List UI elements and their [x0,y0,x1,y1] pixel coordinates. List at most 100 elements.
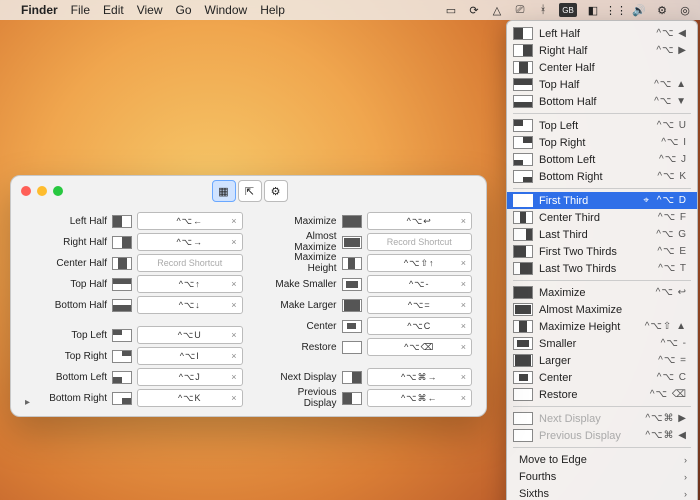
control-center-icon[interactable]: ⚙ [655,3,669,17]
shortcut-field[interactable]: ^⌥-× [367,275,473,293]
siri-icon[interactable]: ◎ [678,3,692,17]
menu-item-maximize-height[interactable]: Maximize Height^⌥⇧ ▲ [507,318,697,335]
menu-item-sixths[interactable]: Sixths› [507,485,697,500]
cloud-icon[interactable]: △ [490,3,504,17]
shortcut-label: Maximize Height [267,252,337,274]
menu-item-center-third[interactable]: Center Third^⌥ F [507,209,697,226]
shortcut-row-restore: Restore^⌥⌫× [267,338,473,356]
shortcut-field[interactable]: ^⌥←× [137,212,243,230]
menu-item-larger[interactable]: Larger^⌥ = [507,352,697,369]
menu-file[interactable]: File [71,3,90,17]
layout-icon [513,354,533,367]
shortcut-row-left-half: Left Half^⌥←× [37,212,243,230]
clear-shortcut-icon[interactable]: × [231,372,237,382]
wifi-icon[interactable]: ⋮⋮ [609,3,623,17]
shortcut-field[interactable]: ^⌥⇧↑× [367,254,473,272]
minimize-button[interactable] [37,186,47,196]
menu-item-restore[interactable]: Restore^⌥ ⌫ [507,386,697,403]
menu-item-top-right[interactable]: Top Right^⌥ I [507,134,697,151]
shortcut-field[interactable]: ^⌥=× [367,296,473,314]
battery-icon[interactable]: ◧ [586,3,600,17]
menu-item-label: Next Display [539,413,639,425]
shortcut-field[interactable]: ^⌥↩× [367,212,473,230]
rectangle-menubar-icon[interactable]: ▭ [444,3,458,17]
layout-icon [112,350,132,363]
menu-item-move-to-edge[interactable]: Move to Edge› [507,451,697,468]
menu-item-top-half[interactable]: Top Half^⌥ ▲ [507,76,697,93]
menu-item-bottom-left[interactable]: Bottom Left^⌥ J [507,151,697,168]
menu-item-label: Bottom Half [539,96,648,108]
shortcut-field[interactable]: ^⌥⌫× [367,338,473,356]
shortcut-field[interactable]: ^⌥J× [137,368,243,386]
clear-shortcut-icon[interactable]: × [461,342,467,352]
sync-icon[interactable]: ⟳ [467,3,481,17]
clear-shortcut-icon[interactable]: × [231,237,237,247]
clear-shortcut-icon[interactable]: × [231,393,237,403]
menu-item-last-two-thirds[interactable]: Last Two Thirds^⌥ T [507,260,697,277]
input-source-icon[interactable]: GB [559,3,577,17]
display-icon[interactable]: ⎚ [513,3,527,17]
clear-shortcut-icon[interactable]: × [461,372,467,382]
menu-window[interactable]: Window [205,3,248,17]
shortcut-field[interactable]: ^⌥→× [137,233,243,251]
shortcut-label: Next Display [267,372,337,383]
menu-item-left-half[interactable]: Left Half^⌥ ◀ [507,25,697,42]
close-button[interactable] [21,186,31,196]
tab-settings[interactable]: ⚙ [264,180,288,202]
menu-item-first-two-thirds[interactable]: First Two Thirds^⌥ E [507,243,697,260]
menu-item-shortcut: ^⌥ J [659,154,687,165]
menu-go[interactable]: Go [176,3,192,17]
menu-item-shortcut: ^⌥ K [657,171,687,182]
menu-help[interactable]: Help [260,3,285,17]
menu-item-center-half[interactable]: Center Half [507,59,697,76]
shortcut-field[interactable]: ^⌥C× [367,317,473,335]
menu-item-bottom-right[interactable]: Bottom Right^⌥ K [507,168,697,185]
titlebar[interactable]: ▦ ⇱ ⚙ [11,176,486,206]
app-menu[interactable]: Finder [21,3,58,17]
clear-shortcut-icon[interactable]: × [461,216,467,226]
clear-shortcut-icon[interactable]: × [231,279,237,289]
shortcut-field[interactable]: Record Shortcut [367,233,473,251]
menu-item-maximize[interactable]: Maximize^⌥ ↩ [507,284,697,301]
menu-item-bottom-half[interactable]: Bottom Half^⌥ ▼ [507,93,697,110]
clear-shortcut-icon[interactable]: × [461,279,467,289]
layout-icon [513,303,533,316]
tab-shortcuts[interactable]: ▦ [212,180,236,202]
clear-shortcut-icon[interactable]: × [231,216,237,226]
clear-shortcut-icon[interactable]: × [461,321,467,331]
disclosure-toggle[interactable]: ▸ [25,397,30,408]
menu-item-fourths[interactable]: Fourths› [507,468,697,485]
bluetooth-icon[interactable]: ᚼ [536,3,550,17]
shortcut-field[interactable]: ^⌥⌘→× [367,368,473,386]
clear-shortcut-icon[interactable]: × [231,300,237,310]
menu-item-first-third[interactable]: First Third^⌥ D⌖ [507,192,697,209]
menu-item-almost-maximize[interactable]: Almost Maximize [507,301,697,318]
layout-icon [513,61,533,74]
tab-snapping[interactable]: ⇱ [238,180,262,202]
menu-item-top-left[interactable]: Top Left^⌥ U [507,117,697,134]
shortcut-field[interactable]: ^⌥⌘←× [367,389,473,407]
layout-icon [342,215,362,228]
shortcut-field[interactable]: ^⌥K× [137,389,243,407]
layout-icon [342,236,362,249]
shortcut-field[interactable]: ^⌥↑× [137,275,243,293]
shortcut-field[interactable]: Record Shortcut [137,254,243,272]
layout-icon [513,262,533,275]
menu-item-last-third[interactable]: Last Third^⌥ G [507,226,697,243]
shortcut-field[interactable]: ^⌥U× [137,326,243,344]
clear-shortcut-icon[interactable]: × [231,330,237,340]
shortcut-field[interactable]: ^⌥I× [137,347,243,365]
menu-view[interactable]: View [137,3,163,17]
layout-icon [513,95,533,108]
menu-item-right-half[interactable]: Right Half^⌥ ▶ [507,42,697,59]
menu-item-center[interactable]: Center^⌥ C [507,369,697,386]
clear-shortcut-icon[interactable]: × [461,258,467,268]
clear-shortcut-icon[interactable]: × [461,300,467,310]
clear-shortcut-icon[interactable]: × [461,393,467,403]
volume-icon[interactable]: 🔊 [632,3,646,17]
zoom-button[interactable] [53,186,63,196]
menu-edit[interactable]: Edit [103,3,124,17]
clear-shortcut-icon[interactable]: × [231,351,237,361]
menu-item-smaller[interactable]: Smaller^⌥ - [507,335,697,352]
shortcut-field[interactable]: ^⌥↓× [137,296,243,314]
